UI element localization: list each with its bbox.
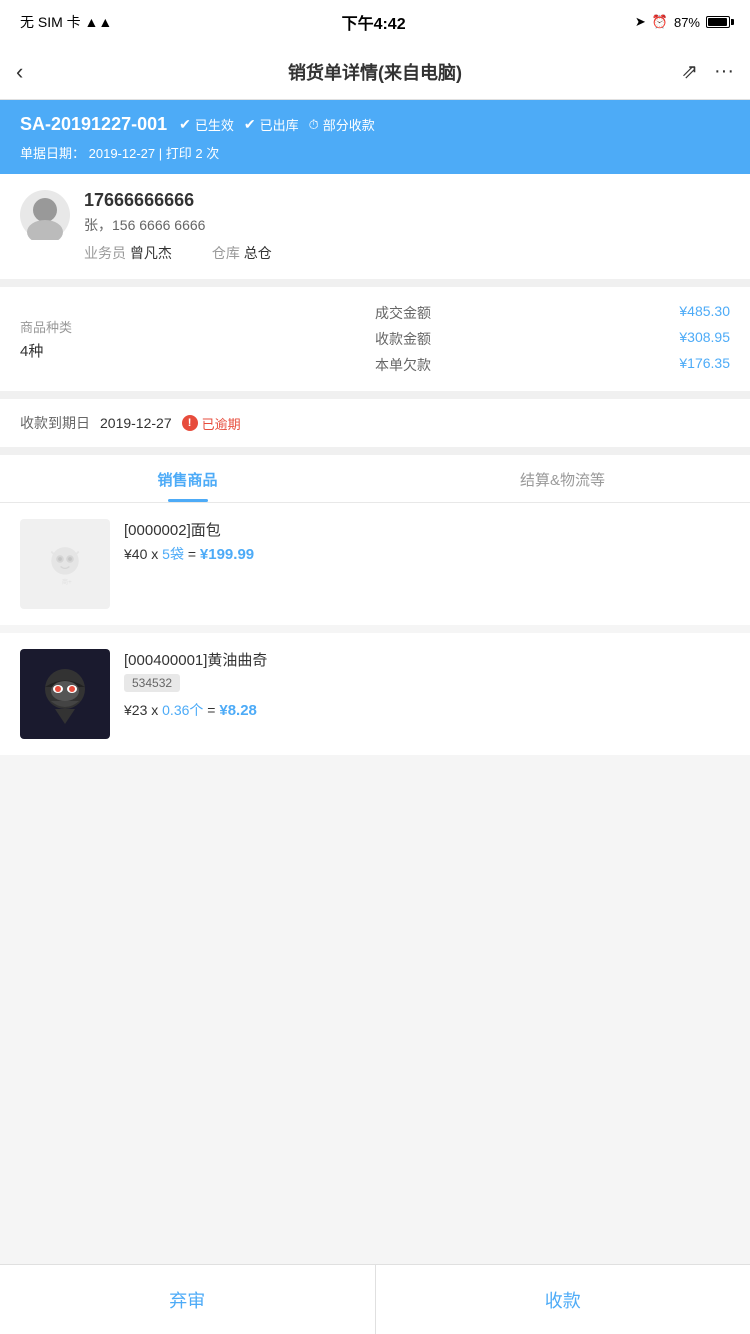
nav-bar: ‹ 销货单详情(来自电脑) ⇗ ··· bbox=[0, 44, 750, 100]
carrier-wifi: 无 SIM 卡 ▲▲ bbox=[20, 12, 112, 32]
bottom-action-bar: 弃审 收款 bbox=[0, 1264, 750, 1334]
owed-label: 本单欠款 bbox=[375, 355, 431, 375]
overdue-badge: ! 已逾期 bbox=[182, 414, 241, 433]
overdue-text: 已逾期 bbox=[202, 414, 241, 433]
alarm-icon: ⏰ bbox=[652, 14, 668, 30]
product-price-1: ¥40 x 5袋 = ¥199.99 bbox=[124, 544, 730, 564]
customer-username: 17666666666 bbox=[84, 190, 730, 211]
tabs-container: 销售商品 结算&物流等 bbox=[0, 455, 750, 503]
customer-section: 17666666666 张，156 6666 6666 业务员 曾凡杰 仓库 总… bbox=[0, 174, 750, 287]
amount-row: 成交金额 ¥485.30 bbox=[375, 303, 730, 323]
product-name-1: [0000002]面包 bbox=[124, 519, 730, 540]
svg-text:商+: 商+ bbox=[62, 577, 72, 586]
customer-info: 17666666666 张，156 6666 6666 业务员 曾凡杰 仓库 总… bbox=[84, 190, 730, 263]
summary-section: 商品种类 4种 成交金额 ¥485.30 收款金额 ¥308.95 本单欠款 ¥… bbox=[0, 287, 750, 399]
due-date-value: 2019-12-27 bbox=[100, 415, 172, 431]
owed-row: 本单欠款 ¥176.35 bbox=[375, 355, 730, 375]
badge-partial-payment: ⏱ 部分收款 bbox=[309, 115, 375, 134]
location-icon: ➤ bbox=[635, 14, 646, 30]
tab-settlement[interactable]: 结算&物流等 bbox=[375, 455, 750, 502]
badge-shipped: ✔ 已出库 bbox=[244, 115, 299, 134]
badge-effective: ✔ 已生效 bbox=[179, 115, 234, 134]
product-qty-2: 0.36个 bbox=[162, 702, 207, 718]
warehouse-value: 总仓 bbox=[244, 245, 272, 261]
product-sku-2: 534532 bbox=[124, 674, 180, 692]
order-date-info: 单据日期： 2019-12-27 | 打印 2 次 bbox=[20, 143, 730, 162]
summary-right: 成交金额 ¥485.30 收款金额 ¥308.95 本单欠款 ¥176.35 bbox=[375, 303, 730, 375]
order-badges: ✔ 已生效 ✔ 已出库 ⏱ 部分收款 bbox=[179, 115, 375, 134]
date-label: 单据日期： bbox=[20, 146, 85, 161]
product-image-2 bbox=[30, 659, 100, 729]
avatar bbox=[20, 190, 70, 240]
product-thumbnail-1: 商+ bbox=[20, 519, 110, 609]
due-label: 收款到期日 bbox=[20, 413, 90, 433]
product-name-2: [000400001]黄油曲奇 bbox=[124, 649, 730, 670]
product-details-1: [0000002]面包 ¥40 x 5袋 = ¥199.99 bbox=[124, 519, 730, 564]
battery-text: 87% bbox=[674, 15, 700, 30]
status-right: ➤ ⏰ 87% bbox=[635, 14, 730, 30]
received-row: 收款金额 ¥308.95 bbox=[375, 329, 730, 349]
check-icon-1: ✔ bbox=[179, 116, 191, 133]
owed-value: ¥176.35 bbox=[679, 355, 730, 375]
received-label: 收款金额 bbox=[375, 329, 431, 349]
products-list: 商+ [0000002]面包 ¥40 x 5袋 = ¥199.99 bbox=[0, 503, 750, 755]
clock-icon: ⏱ bbox=[309, 117, 319, 133]
customer-meta: 业务员 曾凡杰 仓库 总仓 bbox=[84, 243, 730, 263]
list-item: [000400001]黄油曲奇 534532 ¥23 x 0.36个 = ¥8.… bbox=[0, 633, 750, 755]
tab-products[interactable]: 销售商品 bbox=[0, 455, 375, 502]
product-types-label: 商品种类 bbox=[20, 317, 375, 336]
product-thumbnail-2 bbox=[20, 649, 110, 739]
customer-phone: 张，156 6666 6666 bbox=[84, 215, 730, 235]
back-button[interactable]: ‹ bbox=[16, 59, 56, 85]
status-time: 下午4:42 bbox=[342, 10, 406, 34]
summary-left: 商品种类 4种 bbox=[20, 303, 375, 375]
cancel-review-button[interactable]: 弃审 bbox=[0, 1265, 376, 1334]
salesperson-value: 曾凡杰 bbox=[130, 245, 172, 261]
due-date-section: 收款到期日 2019-12-27 ! 已逾期 bbox=[0, 399, 750, 455]
avatar-icon bbox=[20, 190, 70, 240]
status-bar: 无 SIM 卡 ▲▲ 下午4:42 ➤ ⏰ 87% bbox=[0, 0, 750, 44]
salesperson-field: 业务员 曾凡杰 bbox=[84, 243, 172, 263]
battery-icon bbox=[706, 16, 730, 28]
more-icon[interactable]: ··· bbox=[714, 60, 734, 83]
amount-value: ¥485.30 bbox=[679, 303, 730, 323]
print-info: | 打印 2 次 bbox=[159, 146, 219, 161]
order-date: 2019-12-27 bbox=[89, 146, 156, 161]
received-value: ¥308.95 bbox=[679, 329, 730, 349]
salesperson-label: 业务员 bbox=[84, 245, 126, 261]
collect-payment-button[interactable]: 收款 bbox=[376, 1265, 750, 1334]
product-details-2: [000400001]黄油曲奇 534532 ¥23 x 0.36个 = ¥8.… bbox=[124, 649, 730, 720]
product-price-2: ¥23 x 0.36个 = ¥8.28 bbox=[124, 700, 730, 720]
warehouse-label: 仓库 bbox=[212, 245, 240, 261]
list-item: 商+ [0000002]面包 ¥40 x 5袋 = ¥199.99 bbox=[0, 503, 750, 625]
product-image-placeholder-1: 商+ bbox=[40, 539, 90, 589]
page-title: 销货单详情(来自电脑) bbox=[288, 59, 462, 85]
nav-actions: ⇗ ··· bbox=[681, 59, 734, 84]
warehouse-field: 仓库 总仓 bbox=[212, 243, 272, 263]
order-id: SA-20191227-001 bbox=[20, 114, 167, 135]
product-types-value: 4种 bbox=[20, 340, 375, 361]
product-qty-1: 5袋 bbox=[162, 546, 188, 562]
share-icon[interactable]: ⇗ bbox=[681, 59, 698, 84]
amount-label: 成交金额 bbox=[375, 303, 431, 323]
check-icon-2: ✔ bbox=[244, 116, 256, 133]
product-total-2: ¥8.28 bbox=[219, 702, 257, 719]
overdue-icon: ! bbox=[182, 415, 198, 431]
order-banner: SA-20191227-001 ✔ 已生效 ✔ 已出库 ⏱ 部分收款 单据日期：… bbox=[0, 100, 750, 174]
product-total-1: ¥199.99 bbox=[200, 546, 254, 563]
